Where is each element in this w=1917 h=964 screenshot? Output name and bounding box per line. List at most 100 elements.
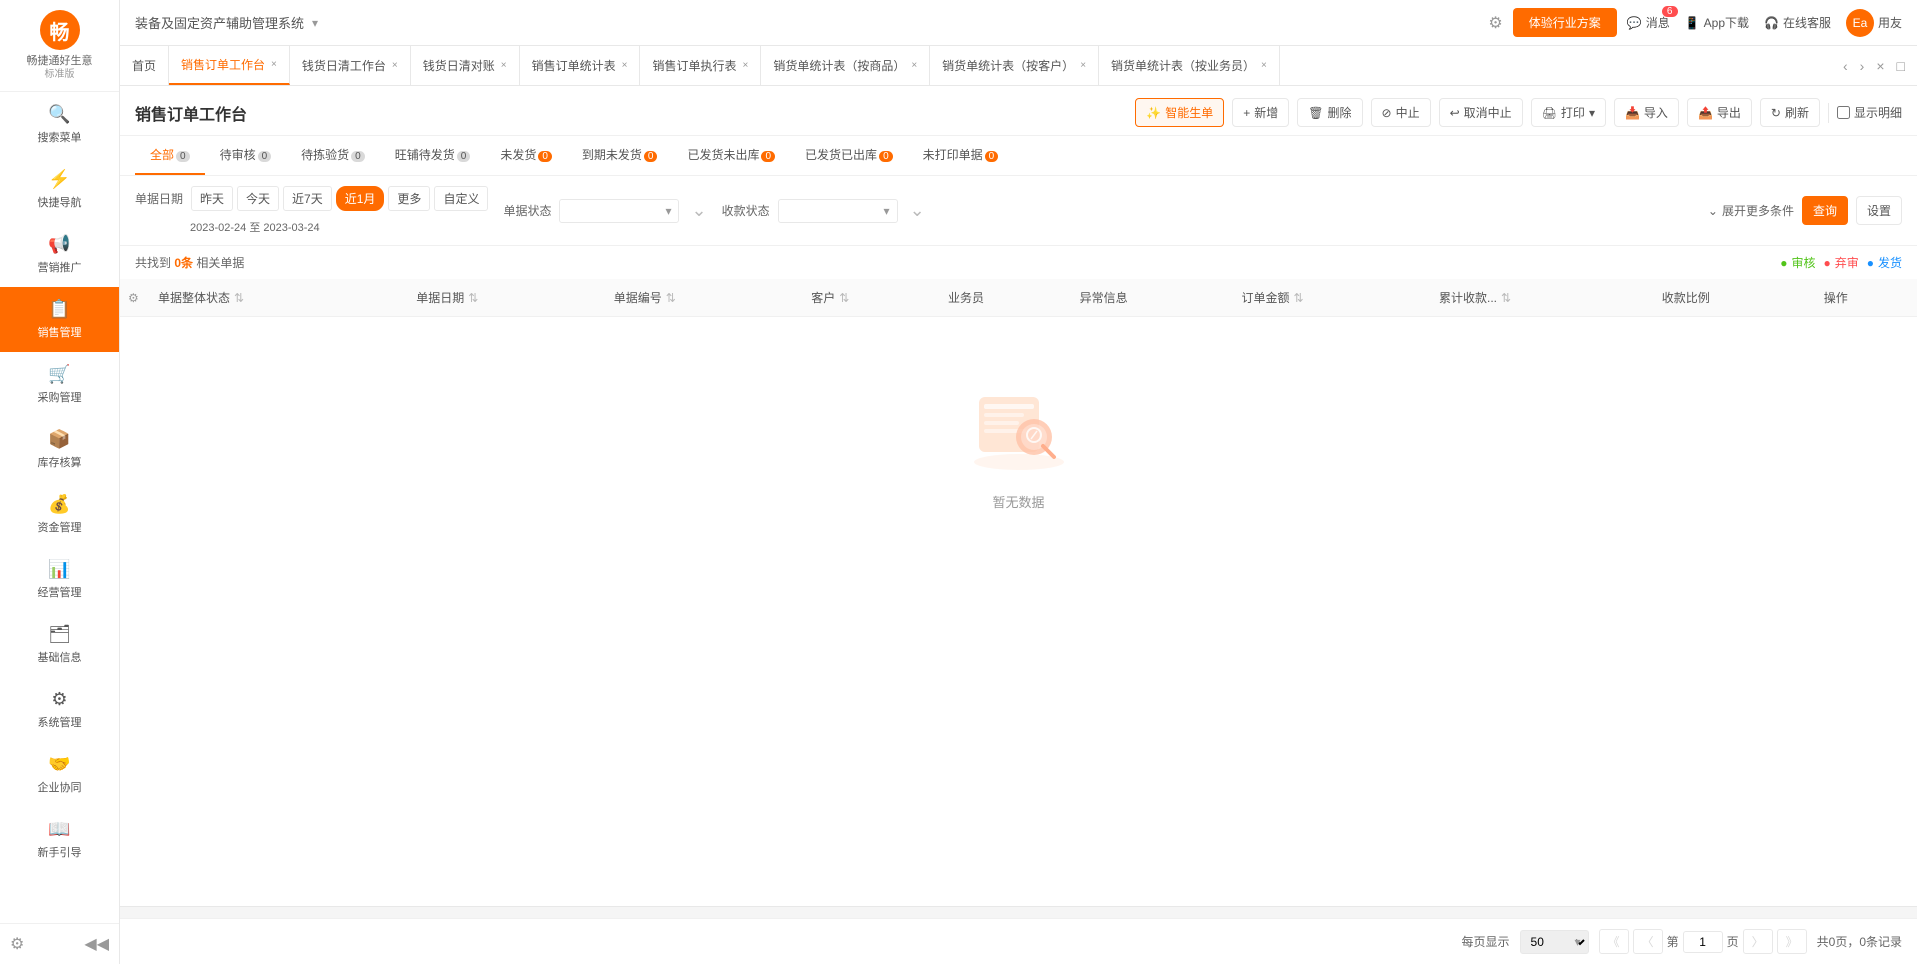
sub-tab-pending-inspect[interactable]: 待拣验货0 <box>286 136 380 175</box>
query-button[interactable]: 查询 <box>1802 196 1848 225</box>
sub-tab-shipped-out[interactable]: 已发货已出库0 <box>790 136 908 175</box>
sub-tab-not-shipped[interactable]: 未发货0 <box>485 136 567 175</box>
horizontal-scrollbar[interactable] <box>120 906 1917 918</box>
tab-sales-stat-customer[interactable]: 销货单统计表（按客户）× <box>930 46 1099 85</box>
status-label: 单据状态 <box>503 202 551 219</box>
first-page-button[interactable]: 《 <box>1599 929 1629 954</box>
date-btn-custom[interactable]: 自定义 <box>434 186 488 211</box>
tab-close-sales-stat-staff[interactable]: × <box>1261 60 1267 71</box>
system-dropdown-icon[interactable]: ▾ <box>312 16 318 30</box>
toolbar-smartGenerate-button[interactable]: ✨智能生单 <box>1135 98 1224 127</box>
sidebar-item-quick-nav[interactable]: ⚡快捷导航 <box>0 157 119 222</box>
table-col-collected[interactable]: 累计收款...⇅ <box>1431 279 1654 317</box>
payment-select[interactable] <box>778 199 898 223</box>
tab-close-cash-daily[interactable]: × <box>392 60 398 71</box>
sidebar-menu: 🔍搜索菜单⚡快捷导航📢营销推广📋销售管理🛒采购管理📦库存核算💰资金管理📊经营管理… <box>0 92 119 923</box>
tab-close-sales-exec[interactable]: × <box>742 60 748 71</box>
table-col-salesperson: 业务员 <box>940 279 1072 317</box>
cancel-audit-button[interactable]: ● 弃审 <box>1823 254 1858 271</box>
sidebar-item-marketing[interactable]: 📢营销推广 <box>0 222 119 287</box>
toolbar-import-button[interactable]: 📥导入 <box>1614 98 1679 127</box>
table-settings-icon[interactable]: ⚙ <box>128 291 139 305</box>
table-col-status[interactable]: 单据整体状态⇅ <box>150 279 408 317</box>
toolbar-export-button[interactable]: 📤导出 <box>1687 98 1752 127</box>
message-button[interactable]: 💬 消息 6 <box>1627 14 1670 31</box>
table-col-number[interactable]: 单据编号⇅ <box>606 279 804 317</box>
sub-tab-shipped-not-out[interactable]: 已发货未出库0 <box>672 136 790 175</box>
date-filter: 单据日期 昨天今天近7天近1月更多自定义 2023-02-24 至 2023-0… <box>135 186 488 235</box>
tab-bar-controls: ‹ › × □ <box>1831 46 1917 85</box>
expand-more-button[interactable]: ⌄ 展开更多条件 <box>1708 202 1794 219</box>
page-number-input[interactable] <box>1683 931 1723 953</box>
add-icon: + <box>1243 106 1250 120</box>
date-btn-yesterday[interactable]: 昨天 <box>191 186 233 211</box>
tab-cash-daily[interactable]: 钱货日清工作台× <box>290 46 411 85</box>
prev-page-button[interactable]: 〈 <box>1633 929 1663 954</box>
toolbar-refresh-button[interactable]: ↻刷新 <box>1760 98 1820 127</box>
data-table: ⚙单据整体状态⇅单据日期⇅单据编号⇅客户⇅业务员异常信息订单金额⇅累计收款...… <box>120 279 1917 571</box>
date-btn-recent7[interactable]: 近7天 <box>283 186 332 211</box>
sort-icon-status: ⇅ <box>234 291 244 305</box>
sort-icon-customer: ⇅ <box>839 291 849 305</box>
gear-button[interactable]: ⚙ <box>1488 13 1502 33</box>
tab-close-all[interactable]: × <box>1872 56 1888 76</box>
toolbar-print-button[interactable]: 🖨打印▾ <box>1531 98 1606 127</box>
tab-sales-stat-product[interactable]: 销货单统计表（按商品）× <box>761 46 930 85</box>
sidebar-item-purchase[interactable]: 🛒采购管理 <box>0 352 119 417</box>
table-col-amount[interactable]: 订单金额⇅ <box>1233 279 1431 317</box>
status-select[interactable] <box>559 199 679 223</box>
table-col-customer[interactable]: 客户⇅ <box>803 279 940 317</box>
sidebar-item-operation[interactable]: 📊经营管理 <box>0 547 119 612</box>
sub-tab-not-printed[interactable]: 未打印单据0 <box>908 136 1014 175</box>
page-size-select[interactable]: 2050100200 <box>1520 930 1589 954</box>
tab-cash-reconcile[interactable]: 钱货日清对账× <box>411 46 520 85</box>
tab-maximize[interactable]: □ <box>1893 56 1909 76</box>
next-page-button[interactable]: 〉 <box>1743 929 1773 954</box>
user-menu[interactable]: Ea 用友 <box>1846 9 1902 37</box>
tab-sales-stats[interactable]: 销售订单统计表× <box>520 46 641 85</box>
sidebar-item-search[interactable]: 🔍搜索菜单 <box>0 92 119 157</box>
date-btn-today[interactable]: 今天 <box>237 186 279 211</box>
sub-tab-all[interactable]: 全部0 <box>135 136 205 175</box>
tab-sales-workbench[interactable]: 销售订单工作台× <box>169 46 290 85</box>
sidebar-item-guide[interactable]: 📖新手引导 <box>0 807 119 872</box>
audit-button[interactable]: ● 审核 <box>1780 254 1815 271</box>
toolbar-delete-button[interactable]: 🗑删除 <box>1297 98 1362 127</box>
sidebar-item-company[interactable]: 🤝企业协同 <box>0 742 119 807</box>
sub-tab-wangpu-pending[interactable]: 旺铺待发货0 <box>380 136 486 175</box>
toolbar-add-button[interactable]: +新增 <box>1232 98 1289 127</box>
table-col-date[interactable]: 单据日期⇅ <box>408 279 606 317</box>
sidebar-item-sales[interactable]: 📋销售管理 <box>0 287 119 352</box>
tab-scroll-left[interactable]: ‹ <box>1839 56 1852 76</box>
app-download-button[interactable]: 📱 App下载 <box>1685 14 1749 31</box>
tab-close-cash-reconcile[interactable]: × <box>501 60 507 71</box>
collapse-icon[interactable]: ◀◀ <box>84 934 109 954</box>
tab-sales-exec[interactable]: 销售订单执行表× <box>640 46 761 85</box>
sub-tab-overdue-not-shipped[interactable]: 到期未发货0 <box>567 136 673 175</box>
sub-tab-count-pending-inspect: 0 <box>351 151 365 162</box>
sidebar-item-inventory[interactable]: 📦库存核算 <box>0 417 119 482</box>
tab-close-sales-stats[interactable]: × <box>622 60 628 71</box>
sidebar-item-basic[interactable]: 🗂基础信息 <box>0 612 119 677</box>
date-btn-more[interactable]: 更多 <box>388 186 430 211</box>
toolbar-suspend-button[interactable]: ⊘中止 <box>1371 98 1431 127</box>
last-page-button[interactable]: 》 <box>1777 929 1807 954</box>
tab-close-sales-workbench[interactable]: × <box>271 59 277 70</box>
tab-home[interactable]: 首页 <box>120 46 169 85</box>
tab-scroll-right[interactable]: › <box>1856 56 1869 76</box>
sidebar-item-finance[interactable]: 💰资金管理 <box>0 482 119 547</box>
online-service-button[interactable]: 🎧 在线客服 <box>1764 14 1831 31</box>
show-detail-checkbox[interactable] <box>1837 106 1850 119</box>
tab-close-sales-stat-customer[interactable]: × <box>1080 60 1086 71</box>
tab-sales-stat-staff[interactable]: 销货单统计表（按业务员）× <box>1099 46 1280 85</box>
sidebar-item-system[interactable]: ⚙系统管理 <box>0 677 119 742</box>
date-btn-recent1m[interactable]: 近1月 <box>336 186 385 211</box>
industry-button[interactable]: 体验行业方案 <box>1513 8 1617 37</box>
ship-button[interactable]: ● 发货 <box>1867 254 1902 271</box>
toolbar-cancelSuspend-button[interactable]: ↩取消中止 <box>1439 98 1523 127</box>
show-detail-checkbox-label[interactable]: 显示明细 <box>1837 104 1902 121</box>
tab-close-sales-stat-product[interactable]: × <box>911 60 917 71</box>
sub-tab-pending-review[interactable]: 待审核0 <box>205 136 287 175</box>
settings-icon[interactable]: ⚙ <box>10 934 24 954</box>
settings-filter-button[interactable]: 设置 <box>1856 196 1902 225</box>
